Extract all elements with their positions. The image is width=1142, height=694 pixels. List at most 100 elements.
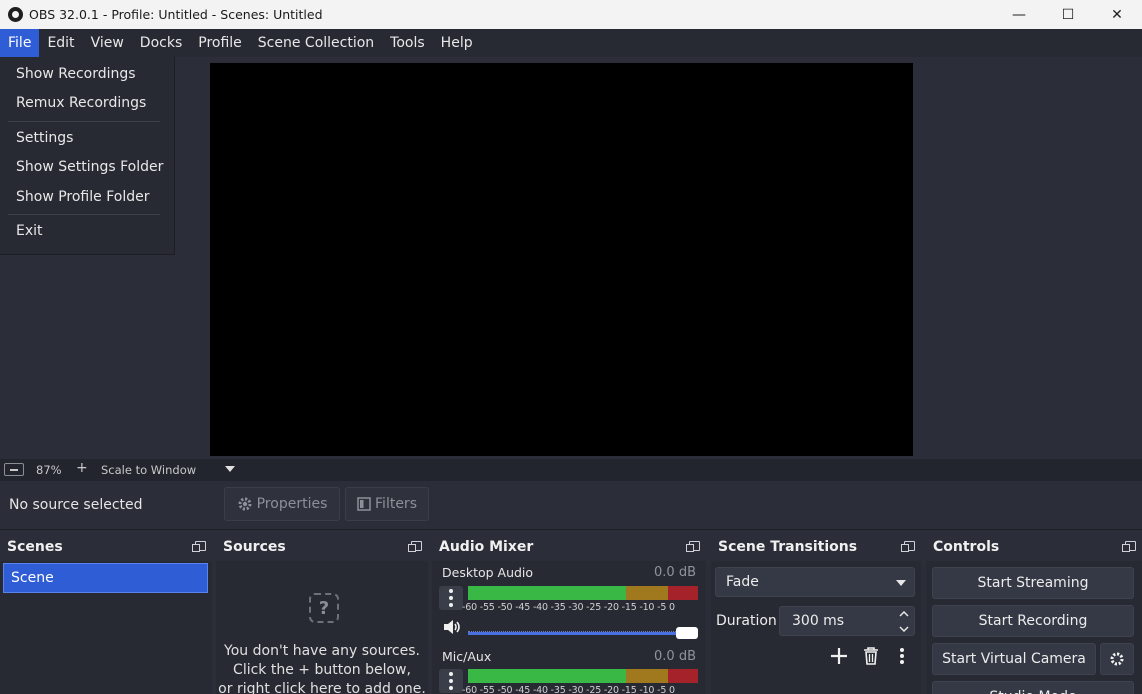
menu-profile[interactable]: Profile xyxy=(190,29,250,57)
sources-header: Sources xyxy=(216,533,428,561)
controls-dock: Controls Start Streaming Start Recording… xyxy=(926,533,1142,694)
chevron-up-icon[interactable] xyxy=(899,611,909,617)
zoom-mode-select[interactable]: Scale to Window xyxy=(101,463,196,477)
more-options-icon[interactable] xyxy=(899,647,905,665)
transition-selected: Fade xyxy=(726,574,759,590)
add-transition-icon[interactable] xyxy=(830,647,848,665)
meter-scale: -60 -55 -50 -45 -40 -35 -30 -25 -20 -15 … xyxy=(462,602,675,613)
trash-icon[interactable] xyxy=(863,647,879,665)
menu-remux-recordings[interactable]: Remux Recordings xyxy=(16,95,146,111)
start-recording-button[interactable]: Start Recording xyxy=(932,605,1134,637)
studio-mode-button[interactable]: Studio Mode xyxy=(932,681,1134,694)
menu-exit[interactable]: Exit xyxy=(16,223,43,239)
transition-select[interactable]: Fade xyxy=(715,567,915,597)
desktop-audio-db: 0.0 dB xyxy=(654,565,696,580)
question-icon: ? xyxy=(309,593,339,623)
scene-transitions-title: Scene Transitions xyxy=(718,539,858,555)
controls-header: Controls xyxy=(926,533,1142,561)
minimize-button[interactable]: — xyxy=(996,0,1042,29)
scenes-dock: Scenes Scene xyxy=(0,533,212,694)
menu-show-settings-folder[interactable]: Show Settings Folder xyxy=(16,159,163,175)
menu-bar: File Edit View Docks Profile Scene Colle… xyxy=(0,29,1142,57)
desktop-audio-volume-slider[interactable] xyxy=(676,627,698,639)
menu-edit[interactable]: Edit xyxy=(39,29,82,57)
sources-list[interactable]: ? You don't have any sources. Click the … xyxy=(216,561,428,694)
obs-window: OBS 32.0.1 - Profile: Untitled - Scenes:… xyxy=(0,0,1142,694)
duration-input[interactable]: 300 ms xyxy=(779,606,915,636)
desktop-audio-menu-button[interactable] xyxy=(439,586,463,610)
speaker-icon[interactable] xyxy=(442,618,462,636)
filter-icon xyxy=(357,497,371,511)
menu-scene-collection[interactable]: Scene Collection xyxy=(250,29,382,57)
maximize-button[interactable]: ☐ xyxy=(1045,0,1091,29)
scene-transitions-body: Fade Duration 300 ms xyxy=(711,561,921,694)
obs-logo-icon xyxy=(8,7,23,22)
mic-aux-name: Mic/Aux xyxy=(442,649,492,664)
filters-label: Filters xyxy=(375,496,417,512)
chevron-down-icon[interactable] xyxy=(899,626,909,632)
menu-file[interactable]: File xyxy=(0,29,40,57)
scene-item[interactable]: Scene xyxy=(3,563,208,593)
menu-tools[interactable]: Tools xyxy=(382,29,433,57)
file-menu-dropdown: Show Recordings Remux Recordings Setting… xyxy=(0,57,175,255)
menu-view[interactable]: View xyxy=(83,29,132,57)
desktop-audio-name: Desktop Audio xyxy=(442,565,534,580)
undock-icon[interactable] xyxy=(192,541,206,552)
menu-separator xyxy=(8,214,160,215)
audio-mixer-title: Audio Mixer xyxy=(439,539,534,555)
gear-icon xyxy=(238,497,252,511)
scene-transitions-dock: Scene Transitions Fade Duration 300 ms xyxy=(711,533,921,694)
menu-show-recordings[interactable]: Show Recordings xyxy=(16,66,136,82)
zoom-bar: 87% + Scale to Window xyxy=(0,459,1142,481)
sources-empty-text: Click the + button below, xyxy=(233,662,411,678)
filters-button[interactable]: Filters xyxy=(345,487,429,521)
sources-empty-text: You don't have any sources. xyxy=(224,643,420,659)
mic-aux-menu-button[interactable] xyxy=(439,669,463,693)
scenes-title: Scenes xyxy=(7,539,63,555)
preview-canvas[interactable] xyxy=(210,63,913,456)
duration-label: Duration xyxy=(716,613,777,629)
source-status: No source selected xyxy=(9,497,143,513)
scenes-list: Scene xyxy=(0,561,212,694)
close-icon: ✕ xyxy=(1111,6,1123,23)
menu-help[interactable]: Help xyxy=(433,29,481,57)
controls-title: Controls xyxy=(933,539,1000,555)
undock-icon[interactable] xyxy=(408,541,422,552)
menu-settings[interactable]: Settings xyxy=(16,130,73,146)
title-bar: OBS 32.0.1 - Profile: Untitled - Scenes:… xyxy=(0,0,1142,29)
undock-icon[interactable] xyxy=(686,541,700,552)
chevron-down-icon xyxy=(896,580,906,586)
undock-icon[interactable] xyxy=(1122,541,1136,552)
scenes-header: Scenes xyxy=(0,533,212,561)
start-virtual-camera-button[interactable]: Start Virtual Camera xyxy=(932,643,1096,675)
sources-title: Sources xyxy=(223,539,286,555)
zoom-level: 87% xyxy=(36,463,62,477)
properties-label: Properties xyxy=(256,496,328,512)
window-title: OBS 32.0.1 - Profile: Untitled - Scenes:… xyxy=(29,7,323,22)
desktop-audio-meter xyxy=(468,586,698,600)
zoom-out-button[interactable] xyxy=(4,463,24,476)
controls-body: Start Streaming Start Recording Start Vi… xyxy=(926,561,1142,694)
menu-show-profile-folder[interactable]: Show Profile Folder xyxy=(16,189,149,205)
mic-aux-meter xyxy=(468,669,698,683)
menu-separator xyxy=(8,121,160,122)
scene-transitions-header: Scene Transitions xyxy=(711,533,921,561)
sources-dock: Sources ? You don't have any sources. Cl… xyxy=(216,533,428,694)
menu-docks[interactable]: Docks xyxy=(132,29,190,57)
maximize-icon: ☐ xyxy=(1061,6,1075,23)
properties-button[interactable]: Properties xyxy=(224,487,340,521)
close-button[interactable]: ✕ xyxy=(1094,0,1140,29)
volume-ticks xyxy=(468,626,684,632)
gear-icon xyxy=(1110,652,1124,666)
virtual-camera-settings-button[interactable] xyxy=(1100,643,1134,675)
mic-aux-db: 0.0 dB xyxy=(654,649,696,664)
chevron-down-icon[interactable] xyxy=(225,466,235,472)
audio-mixer-dock: Audio Mixer Desktop Audio 0.0 dB -60 -55… xyxy=(432,533,706,694)
desktop-audio-volume-track xyxy=(468,632,696,635)
start-streaming-button[interactable]: Start Streaming xyxy=(932,567,1134,599)
duration-value: 300 ms xyxy=(792,613,845,629)
zoom-in-button[interactable]: + xyxy=(76,460,88,476)
undock-icon[interactable] xyxy=(901,541,915,552)
sources-empty-text: or right click here to add one. xyxy=(218,681,426,694)
meter-scale: -60 -55 -50 -45 -40 -35 -30 -25 -20 -15 … xyxy=(462,685,675,694)
